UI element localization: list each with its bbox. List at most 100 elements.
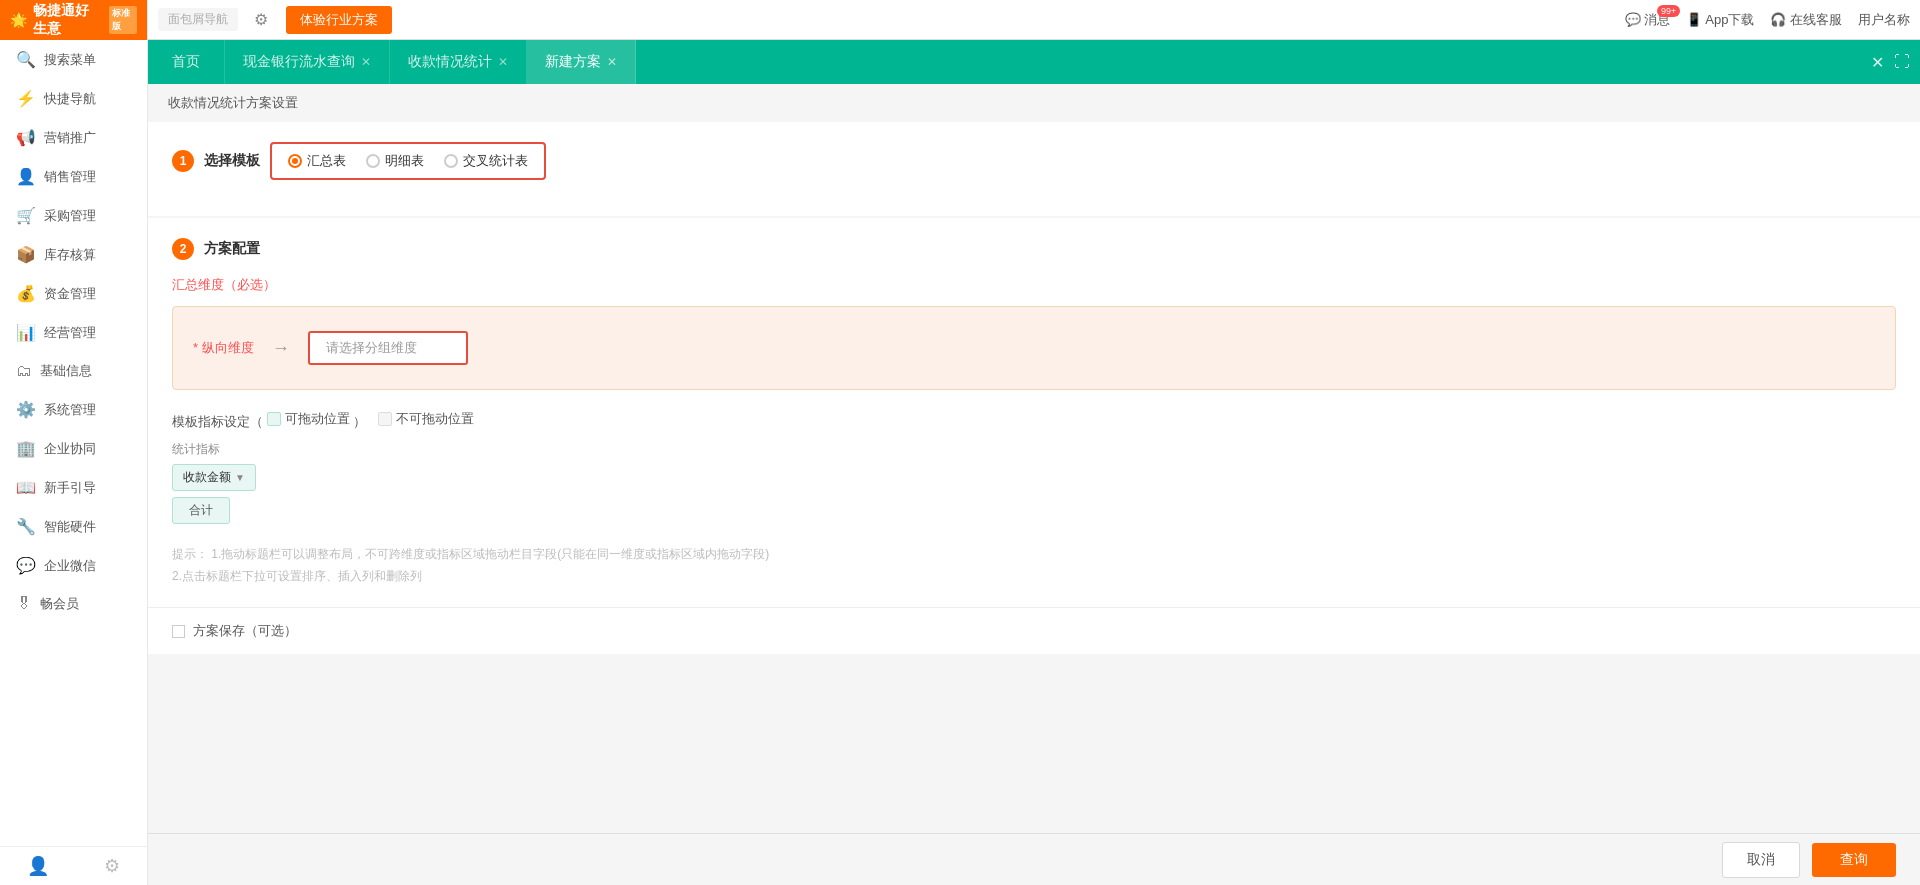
user-name: 用户名称	[1858, 11, 1910, 29]
tab-home[interactable]: 首页	[148, 40, 225, 84]
tips-item-2: 2.点击标题栏下拉可设置排序、插入列和删除列	[172, 566, 1896, 588]
sidebar-item-12[interactable]: 🔧 智能硬件	[0, 507, 147, 546]
sidebar-item-5[interactable]: 📦 库存核算	[0, 235, 147, 274]
step2-number: 2	[172, 238, 194, 260]
maximize-window-icon[interactable]: ⛶	[1894, 53, 1910, 71]
sidebar-icon-9: ⚙️	[16, 400, 36, 419]
sidebar-label-11: 新手引导	[44, 479, 96, 497]
sidebar-label-1: 快捷导航	[44, 90, 96, 108]
message-button[interactable]: 💬 消息 99+	[1625, 11, 1671, 29]
sidebar-item-9[interactable]: ⚙️ 系统管理	[0, 390, 147, 429]
radio-detail[interactable]: 明细表	[366, 152, 424, 170]
sidebar-label-5: 库存核算	[44, 246, 96, 264]
sidebar-label-2: 营销推广	[44, 129, 96, 147]
cancel-button[interactable]: 取消	[1722, 842, 1800, 878]
sidebar-item-1[interactable]: ⚡快捷导航	[0, 79, 147, 118]
tab-new-plan-close[interactable]: ✕	[607, 55, 617, 69]
gear-icon[interactable]: ⚙	[254, 10, 268, 29]
sidebar-item-11[interactable]: 📖 新手引导	[0, 468, 147, 507]
sidebar-item-7[interactable]: 📊经营管理	[0, 313, 147, 352]
sidebar-avatar-icon[interactable]: 👤	[27, 855, 49, 877]
footer-bar: 取消 查询	[148, 833, 1920, 885]
sidebar: 🌟 畅捷通好生意 标准版 🔍搜索菜单⚡快捷导航 📢 营销推广 👤销售管理 🛒 采购管理 📦 库…	[0, 0, 148, 885]
app-download-link[interactable]: 📱 App下载	[1686, 11, 1754, 29]
sidebar-item-14[interactable]: 🎖畅会员	[0, 585, 147, 623]
save-checkbox[interactable]	[172, 625, 185, 638]
tab-cash-flow-close[interactable]: ✕	[361, 55, 371, 69]
save-section: 方案保存（可选）	[148, 607, 1920, 654]
sidebar-bottom: 👤 ⚙	[0, 846, 147, 885]
online-service-link[interactable]: 🎧 在线客服	[1770, 11, 1842, 29]
sidebar-item-3[interactable]: 👤销售管理	[0, 157, 147, 196]
tab-collection-stats-label: 收款情况统计	[408, 53, 492, 71]
tab-new-plan[interactable]: 新建方案 ✕	[527, 40, 636, 84]
sidebar-item-4[interactable]: 🛒 采购管理	[0, 196, 147, 235]
tab-collection-stats-close[interactable]: ✕	[498, 55, 508, 69]
radio-cross[interactable]: 交叉统计表	[444, 152, 528, 170]
fixed-legend-label: 不可拖动位置	[396, 410, 474, 428]
tab-cash-flow[interactable]: 现金银行流水查询 ✕	[225, 40, 390, 84]
page-title: 收款情况统计方案设置	[148, 84, 1920, 122]
movable-legend-label: 可拖动位置	[285, 410, 350, 428]
step1-header: 1 选择模板 汇总表 明细表 交叉统计表	[172, 142, 1896, 180]
main-area: 面包屑导航 ⚙ 体验行业方案 💬 消息 99+ 📱 App下载 🎧 在线客服 用…	[148, 0, 1920, 885]
indicator-section-label: 统计指标	[172, 441, 1896, 458]
sidebar-icon-2: 📢	[16, 128, 36, 147]
arrow-icon: →	[272, 338, 290, 359]
template-radio-group: 汇总表 明细表 交叉统计表	[270, 142, 546, 180]
sidebar-item-2[interactable]: 📢 营销推广	[0, 118, 147, 157]
sidebar-icon-5: 📦	[16, 245, 36, 264]
sidebar-icon-14: 🎖	[16, 595, 32, 613]
indicator-tag-arrow: ▼	[235, 472, 245, 483]
radio-summary-label: 汇总表	[307, 152, 346, 170]
sidebar-label-12: 智能硬件	[44, 518, 96, 536]
sidebar-icon-12: 🔧	[16, 517, 36, 536]
group-dimension-select[interactable]: 请选择分组维度	[308, 331, 468, 365]
sidebar-icon-7: 📊	[16, 323, 36, 342]
sidebar-label-6: 资金管理	[44, 285, 96, 303]
sidebar-icon-4: 🛒	[16, 206, 36, 225]
indicator-tag-collection[interactable]: 收款金额 ▼	[172, 464, 256, 491]
sidebar-label-10: 企业协同	[44, 440, 96, 458]
tab-new-plan-label: 新建方案	[545, 53, 601, 71]
sidebar-icon-10: 🏢	[16, 439, 36, 458]
indicator-settings-label: 模板指标设定（ 可拖动位置 ） 不可拖动位置	[172, 410, 474, 431]
movable-legend-box	[267, 412, 281, 426]
sidebar-icon-6: 💰	[16, 284, 36, 303]
breadcrumb: 面包屑导航	[158, 8, 238, 31]
radio-summary[interactable]: 汇总表	[288, 152, 346, 170]
tab-collection-stats[interactable]: 收款情况统计 ✕	[390, 40, 527, 84]
sidebar-label-4: 采购管理	[44, 207, 96, 225]
plan-config-section: 2 方案配置 汇总维度（必选） * 纵向维度 → 请选择分组维度 模板指标设定（	[148, 218, 1920, 607]
step1-number: 1	[172, 150, 194, 172]
sidebar-item-10[interactable]: 🏢 企业协同	[0, 429, 147, 468]
logo-sub: 标准版	[109, 6, 137, 34]
sidebar-item-6[interactable]: 💰 资金管理	[0, 274, 147, 313]
radio-detail-label: 明细表	[385, 152, 424, 170]
sidebar-icon-11: 📖	[16, 478, 36, 497]
indicator-settings: 模板指标设定（ 可拖动位置 ） 不可拖动位置 统计指标	[172, 410, 1896, 524]
logo-icon: 🌟	[10, 12, 27, 28]
save-label: 方案保存（可选）	[193, 622, 297, 640]
sidebar-icon-8: 🗂	[16, 362, 32, 380]
tab-cash-flow-label: 现金银行流水查询	[243, 53, 355, 71]
sidebar-item-0[interactable]: 🔍搜索菜单	[0, 40, 147, 79]
sidebar-item-13[interactable]: 💬企业微信	[0, 546, 147, 585]
indicator-table: 统计指标 收款金额 ▼ 合计	[172, 441, 1896, 524]
close-window-icon[interactable]: ✕	[1871, 53, 1884, 72]
trial-button[interactable]: 体验行业方案	[286, 6, 392, 34]
tips-section: 提示： 1.拖动标题栏可以调整布局，不可跨维度或指标区域拖动栏目字段(只能在同一…	[172, 544, 1896, 587]
logo-text: 畅捷通好生意	[33, 2, 103, 38]
tabbar: 首页 现金银行流水查询 ✕ 收款情况统计 ✕ 新建方案 ✕ ✕ ⛶	[148, 40, 1920, 84]
sidebar-item-8[interactable]: 🗂基础信息	[0, 352, 147, 390]
tips-title: 提示： 1.拖动标题栏可以调整布局，不可跨维度或指标区域拖动栏目字段(只能在同一…	[172, 544, 1896, 566]
query-button[interactable]: 查询	[1812, 843, 1896, 877]
topbar-right: 💬 消息 99+ 📱 App下载 🎧 在线客服 用户名称	[1625, 11, 1910, 29]
sidebar-label-13: 企业微信	[44, 557, 96, 575]
sidebar-settings-icon[interactable]: ⚙	[104, 855, 120, 877]
sidebar-label-0: 搜索菜单	[44, 51, 96, 69]
sidebar-label-9: 系统管理	[44, 401, 96, 419]
radio-summary-dot	[288, 154, 302, 168]
tips-item-1: 1.拖动标题栏可以调整布局，不可跨维度或指标区域拖动栏目字段(只能在同一维度或指…	[211, 547, 769, 561]
indicator-subtag-total[interactable]: 合计	[172, 497, 230, 524]
